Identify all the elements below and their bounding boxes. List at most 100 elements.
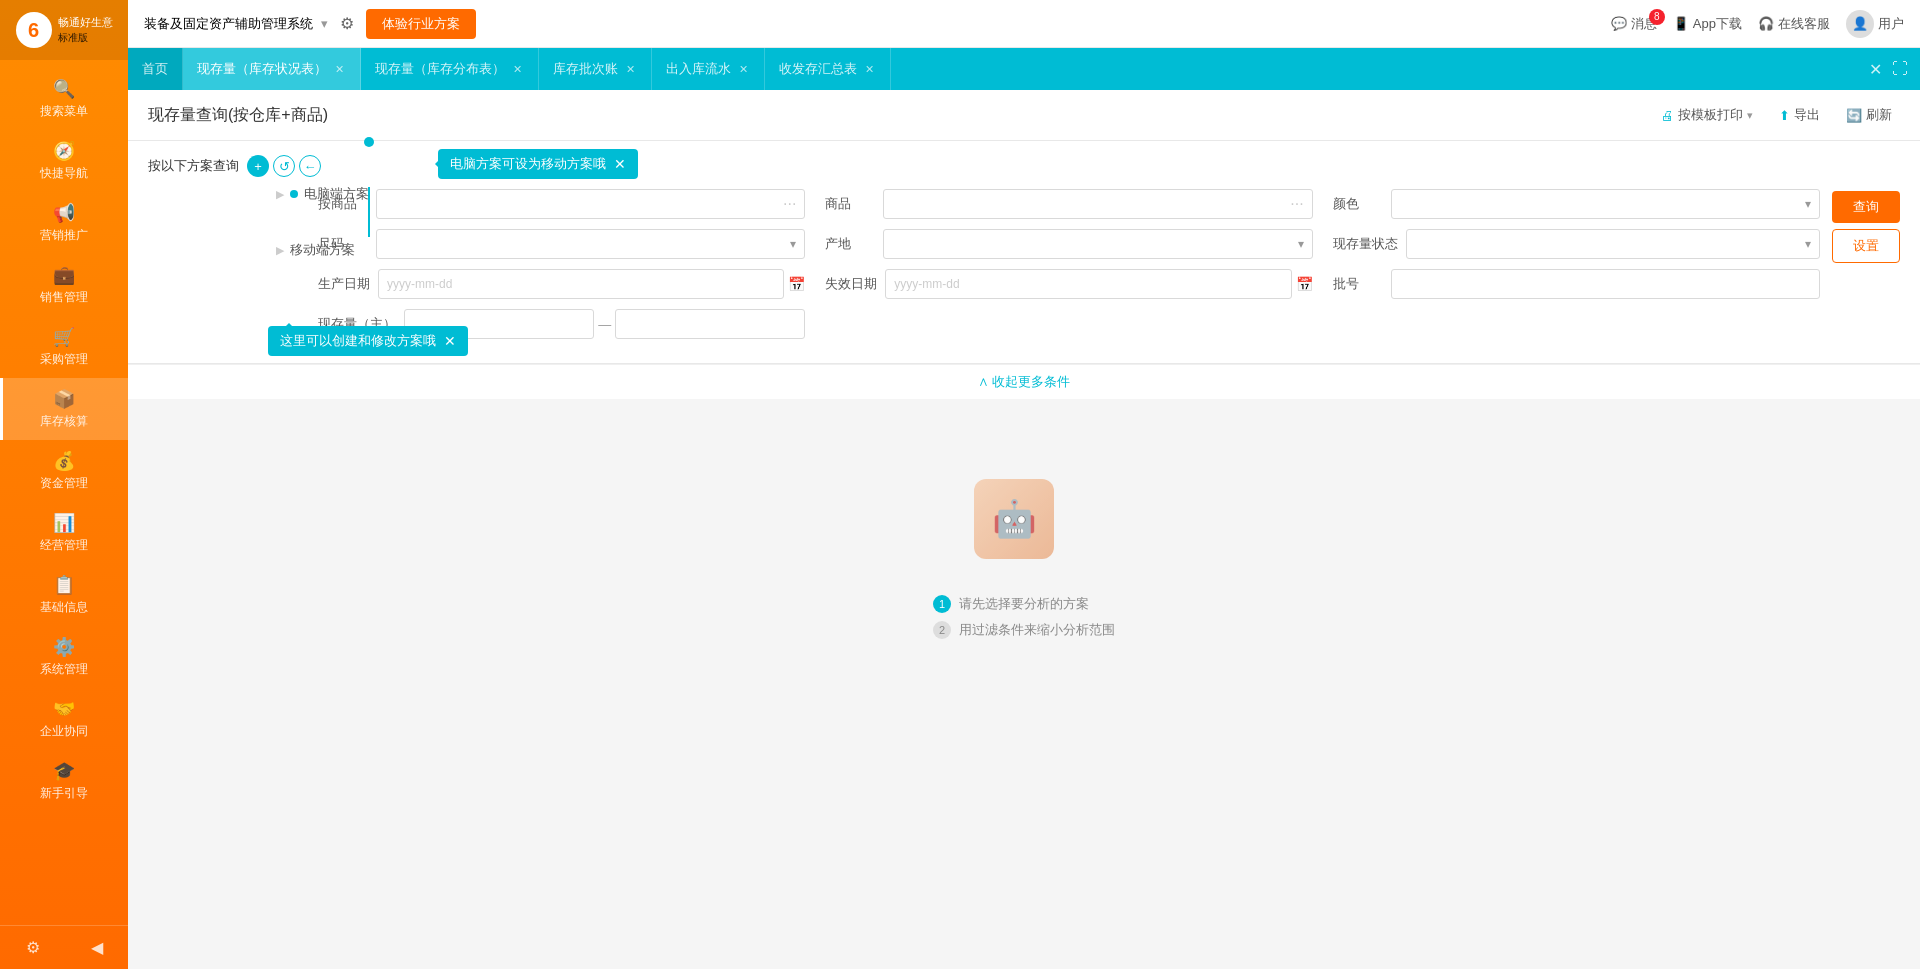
refresh-scheme-button[interactable]: ↺ (273, 155, 295, 177)
filter-icons: + ↺ ← (247, 155, 321, 177)
tab-batch[interactable]: 库存批次账 ✕ (539, 48, 652, 90)
collapse-sidebar-icon[interactable]: ◀ (91, 938, 103, 957)
stock-main-separator: — (598, 317, 611, 332)
user-item[interactable]: 👤 用户 (1846, 10, 1904, 38)
scheme-tooltip: 电脑方案可设为移动方案哦 ✕ (438, 149, 638, 179)
tab-close-icon[interactable]: ✕ (737, 61, 750, 78)
sidebar-item-label: 基础信息 (40, 599, 88, 616)
sidebar-item-basic[interactable]: 📋 基础信息 (0, 564, 128, 626)
tab-close-icon[interactable]: ✕ (863, 61, 876, 78)
produce-date-calendar-icon[interactable]: 📅 (788, 276, 805, 292)
scheme-tooltip-close[interactable]: ✕ (614, 156, 626, 172)
online-service-item[interactable]: 🎧 在线客服 (1758, 15, 1830, 33)
export-button[interactable]: ⬆ 导出 (1771, 102, 1828, 128)
print-button[interactable]: 🖨 按模板打印 ▾ (1653, 102, 1761, 128)
dots-icon: ··· (1290, 195, 1303, 213)
size-select[interactable]: ▾ (376, 229, 805, 259)
print-arrow-icon: ▾ (1747, 109, 1753, 122)
logo-sub: 标准版 (58, 31, 113, 45)
sidebar-item-sales[interactable]: 💼 销售管理 (0, 254, 128, 316)
back-scheme-button[interactable]: ← (299, 155, 321, 177)
filter-cell-stock-status: 现存量状态 ▾ (1333, 229, 1820, 259)
marketing-icon: 📢 (53, 202, 75, 224)
filter-cell-color: 颜色 ▾ (1333, 189, 1820, 219)
sidebar-item-label: 系统管理 (40, 661, 88, 678)
color-select[interactable]: ▾ (1391, 189, 1820, 219)
sidebar-item-label: 企业协同 (40, 723, 88, 740)
tab-flow[interactable]: 出入库流水 ✕ (652, 48, 765, 90)
sidebar-bottom: ⚙ ◀ (0, 925, 128, 969)
color-label: 颜色 (1333, 195, 1383, 213)
filter-row-1: 按商品 ··· 商品 ··· (318, 189, 1820, 219)
sidebar-item-inventory[interactable]: 📦 库存核算 (0, 378, 128, 440)
scheme-item-desktop[interactable]: ▶ 电脑端方案 (268, 181, 377, 207)
tab-label: 现存量（库存状况表） (197, 60, 327, 78)
topbar-gear-icon[interactable]: ⚙ (340, 14, 354, 33)
sidebar-item-finance[interactable]: 💰 资金管理 (0, 440, 128, 502)
industry-plan-button[interactable]: 体验行业方案 (366, 9, 476, 39)
batch-input[interactable] (1391, 269, 1820, 299)
sidebar-item-label: 库存核算 (40, 413, 88, 430)
sidebar-item-guide[interactable]: 🎓 新手引导 (0, 750, 128, 812)
tab-home[interactable]: 首页 (128, 48, 183, 90)
stock-main-max-input[interactable] (615, 309, 805, 339)
reset-button[interactable]: 设置 (1832, 229, 1900, 263)
sidebar-item-marketing[interactable]: 📢 营销推广 (0, 192, 128, 254)
tab-close-icon[interactable]: ✕ (333, 61, 346, 78)
sidebar-item-nav[interactable]: 🧭 快捷导航 (0, 130, 128, 192)
tab-label: 现存量（库存分布表） (375, 60, 505, 78)
add-scheme-button[interactable]: + (247, 155, 269, 177)
sidebar-item-enterprise[interactable]: 🤝 企业协同 (0, 688, 128, 750)
sidebar-item-search[interactable]: 🔍 搜索菜单 (0, 68, 128, 130)
message-item[interactable]: 💬 消息 8 (1611, 15, 1657, 33)
dot-indicator (364, 137, 374, 147)
app-download-item[interactable]: 📱 App下载 (1673, 15, 1742, 33)
filter-cell-size: 尺码 ▾ (318, 229, 805, 259)
collapse-bar[interactable]: ∧ 收起更多条件 (128, 364, 1920, 399)
sidebar-item-purchase[interactable]: 🛒 采购管理 (0, 316, 128, 378)
sidebar-item-system[interactable]: ⚙️ 系统管理 (0, 626, 128, 688)
sidebar-item-label: 资金管理 (40, 475, 88, 492)
scheme-tooltip-text: 电脑方案可设为移动方案哦 (450, 155, 606, 173)
refresh-button[interactable]: 🔄 刷新 (1838, 102, 1900, 128)
filter-cell-goods: 商品 ··· (825, 189, 1312, 219)
sidebar-item-label: 营销推广 (40, 227, 88, 244)
origin-select[interactable]: ▾ (883, 229, 1312, 259)
content-area: 现存量查询(按仓库+商品) 🖨 按模板打印 ▾ ⬆ 导出 🔄 刷新 (128, 90, 1920, 969)
export-icon: ⬆ (1779, 108, 1790, 123)
settings-bottom-icon[interactable]: ⚙ (26, 938, 40, 957)
refresh-label: 刷新 (1866, 106, 1892, 124)
stock-status-arrow-icon: ▾ (1805, 237, 1811, 251)
topbar-right: 💬 消息 8 📱 App下载 🎧 在线客服 👤 用户 (1611, 10, 1904, 38)
phone-icon: 📱 (1673, 16, 1689, 31)
sidebar-nav: 🔍 搜索菜单 🧭 快捷导航 📢 营销推广 💼 销售管理 🛒 采购管理 📦 库存核… (0, 60, 128, 925)
expire-date-input[interactable]: yyyy-mm-dd (885, 269, 1291, 299)
expire-date-calendar-icon[interactable]: 📅 (1296, 276, 1313, 292)
tab-minimize-icon[interactable]: ✕ (1869, 60, 1882, 79)
produce-date-placeholder: yyyy-mm-dd (387, 277, 452, 291)
produce-date-input[interactable]: yyyy-mm-dd (378, 269, 784, 299)
basic-icon: 📋 (53, 574, 75, 596)
message-badge: 8 (1649, 9, 1665, 25)
filter-cell-batch: 批号 (1333, 269, 1820, 299)
tab-inventory-status[interactable]: 现存量（库存状况表） ✕ (183, 48, 361, 90)
tab-close-icon[interactable]: ✕ (624, 61, 637, 78)
tab-close-icon[interactable]: ✕ (511, 61, 524, 78)
scheme-item-mobile[interactable]: ▶ 移动端方案 (268, 237, 377, 263)
tab-inventory-dist[interactable]: 现存量（库存分布表） ✕ (361, 48, 539, 90)
tab-maximize-icon[interactable]: ⛶ (1892, 60, 1908, 78)
search-button[interactable]: 查询 (1832, 191, 1900, 223)
warehouse-select[interactable]: ··· (376, 189, 805, 219)
goods-select[interactable]: ··· (883, 189, 1312, 219)
stock-status-select[interactable]: ▾ (1406, 229, 1820, 259)
sidebar-item-management[interactable]: 📊 经营管理 (0, 502, 128, 564)
scheme-edit-tooltip-close[interactable]: ✕ (444, 333, 456, 349)
guide-icon: 🎓 (53, 760, 75, 782)
avatar-text: 👤 (1852, 16, 1868, 31)
online-service-label: 在线客服 (1778, 15, 1830, 33)
logo-area: 6 畅通好生意 标准版 (0, 0, 128, 60)
page-actions: 🖨 按模板打印 ▾ ⬆ 导出 🔄 刷新 (1653, 102, 1900, 128)
service-icon: 🎧 (1758, 16, 1774, 31)
tab-summary[interactable]: 收发存汇总表 ✕ (765, 48, 891, 90)
page-header: 现存量查询(按仓库+商品) 🖨 按模板打印 ▾ ⬆ 导出 🔄 刷新 (128, 90, 1920, 141)
